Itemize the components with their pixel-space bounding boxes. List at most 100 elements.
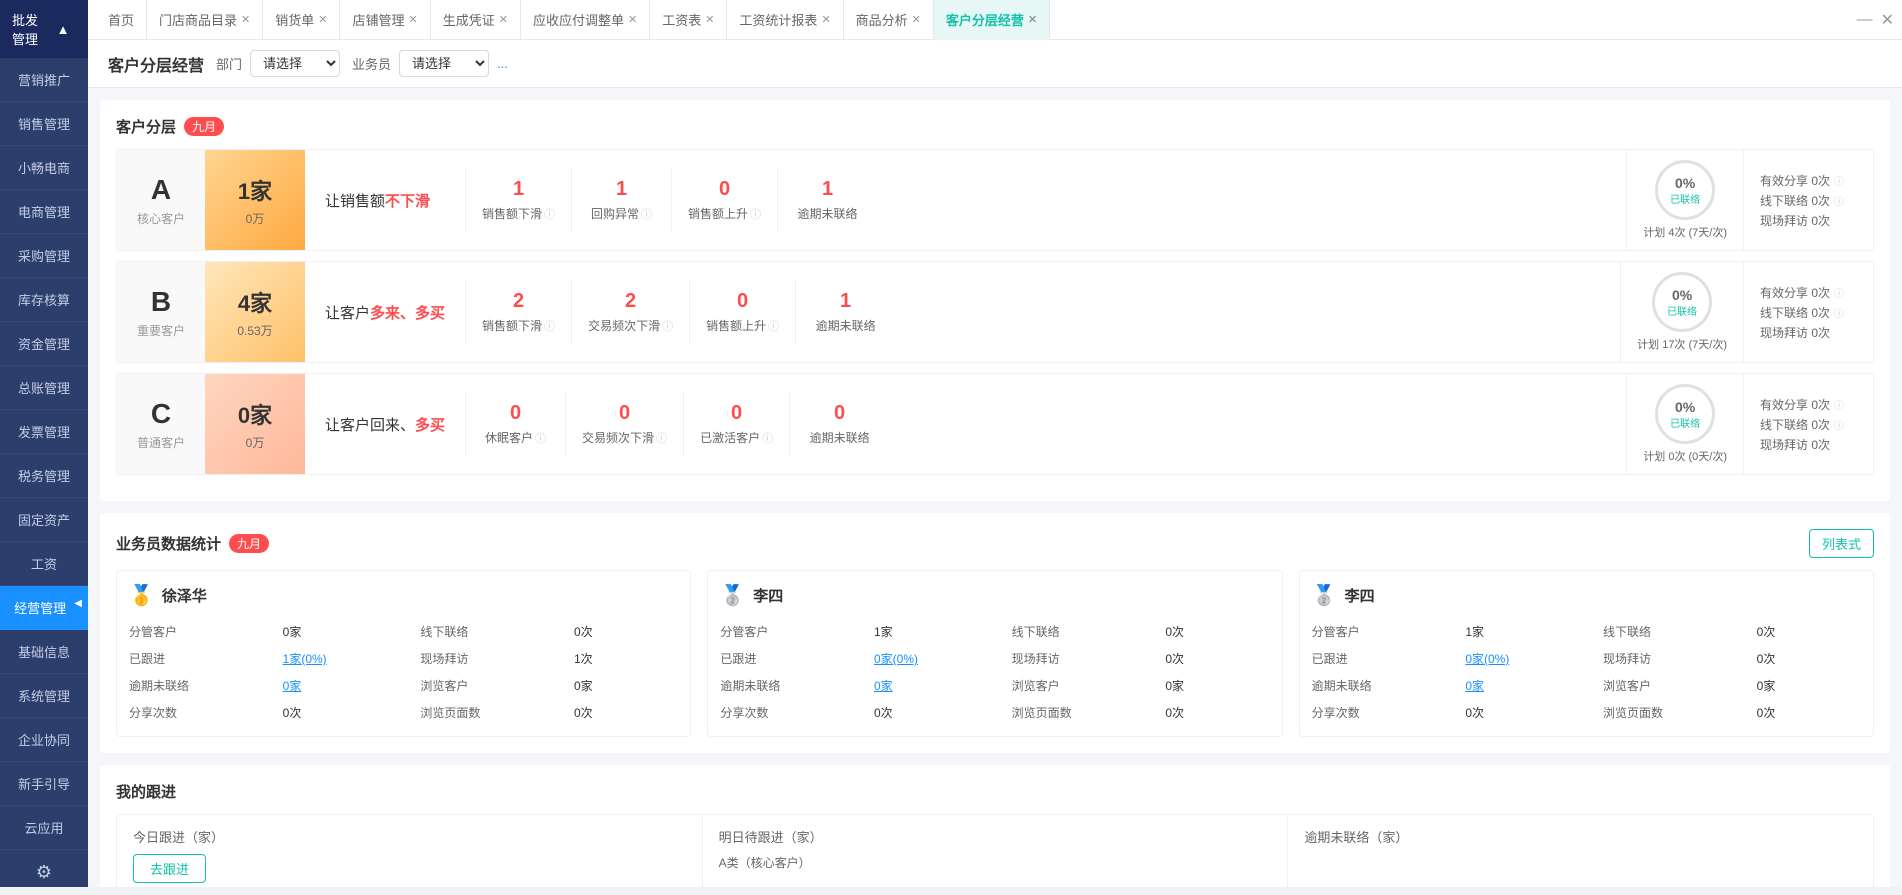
- info-icon[interactable]: ⓘ: [1834, 285, 1844, 300]
- tab-close-icon[interactable]: ✕: [821, 13, 830, 26]
- tier-stats-c: 0 休眠客户ⓘ 0 交易频次下滑ⓘ 0 已激活客户ⓘ 0 逾期未联络: [465, 374, 1626, 474]
- sidebar-item-jichu[interactable]: 基础信息: [0, 630, 88, 674]
- info-icon[interactable]: ⓘ: [1834, 417, 1844, 432]
- staff-name-2: 李四: [1345, 585, 1375, 606]
- stat-cell-c-1: 0 交易频次下滑ⓘ: [565, 392, 683, 456]
- customer-tier-section: 客户分层 九月 A 核心客户 1家 0万 让销售额不下滑 1: [100, 100, 1890, 501]
- info-icon[interactable]: ⓘ: [1834, 305, 1844, 320]
- staff-header-1: 🥈 李四: [720, 583, 1269, 608]
- stat-cell-a-0: 1 销售额下滑ⓘ: [465, 168, 571, 232]
- tab-gongzitongji[interactable]: 工资统计报表 ✕: [727, 0, 843, 40]
- sidebar-logo[interactable]: 批发管理 ▲: [0, 0, 88, 58]
- contact-plan-a: 计划 4次 (7天/次): [1643, 224, 1727, 240]
- tab-kehu[interactable]: 客户分层经营 ✕: [934, 0, 1050, 40]
- stat-cell-b-1: 2 交易频次下滑ⓘ: [571, 280, 689, 344]
- tab-close-icon[interactable]: ✕: [1028, 13, 1037, 26]
- tier-label-b: B 重要客户: [117, 262, 205, 362]
- sidebar-item-shuiwu[interactable]: 税务管理: [0, 454, 88, 498]
- tab-dianpu[interactable]: 店铺管理 ✕: [340, 0, 430, 40]
- tab-close-icon[interactable]: ✕: [241, 13, 250, 26]
- tab-xiaohuo[interactable]: 销货单 ✕: [263, 0, 340, 40]
- window-minimize-icon[interactable]: —: [1857, 11, 1873, 29]
- follow-title: 我的跟进: [116, 781, 1874, 802]
- tab-home[interactable]: 首页: [96, 0, 147, 40]
- tier-right-stats-a: 有效分享 0次ⓘ 线下联络 0次ⓘ 现场拜访 0次: [1743, 150, 1873, 250]
- info-icon[interactable]: ⓘ: [1834, 397, 1844, 412]
- stat-cell-c-3: 0 逾期未联络: [789, 392, 889, 456]
- sidebar-item-caigou[interactable]: 采购管理: [0, 234, 88, 278]
- dept-label: 部门: [216, 54, 242, 73]
- sidebar-item-zijin[interactable]: 资金管理: [0, 322, 88, 366]
- sidebar-item-gongzi[interactable]: 工资: [0, 542, 88, 586]
- tab-mendian[interactable]: 门店商品目录 ✕: [147, 0, 263, 40]
- tab-shengpingzhengjing[interactable]: 生成凭证 ✕: [431, 0, 521, 40]
- sidebar-item-kucun[interactable]: 库存核算: [0, 278, 88, 322]
- sidebar-item-yingxiao[interactable]: 营销推广: [0, 58, 88, 102]
- tier-right-stats-b: 有效分享 0次ⓘ 线下联络 0次ⓘ 现场拜访 0次: [1743, 262, 1873, 362]
- tab-bar-actions: — ✕: [1857, 10, 1894, 30]
- staff-grid-1: 分管客户 1家 线下联络 0次 已跟进 0家(0%) 现场拜访 0次 逾期未联络…: [720, 620, 1269, 724]
- tier-row-b: B 重要客户 4家 0.53万 让客户多来、多买 2 销售额下滑ⓘ 2: [116, 261, 1874, 363]
- follow-overdue-title: 逾期未联络（家）: [1304, 827, 1857, 846]
- sidebar-item-xiaochang[interactable]: 小畅电商: [0, 146, 88, 190]
- customer-tier-header: 客户分层 九月: [116, 116, 1874, 137]
- info-icon[interactable]: ⓘ: [1834, 193, 1844, 208]
- dept-select[interactable]: 请选择: [250, 50, 340, 77]
- tab-yingshou[interactable]: 应收应付调整单 ✕: [521, 0, 650, 40]
- tier-right-stats-c: 有效分享 0次ⓘ 线下联络 0次ⓘ 现场拜访 0次: [1743, 374, 1873, 474]
- tab-close-icon[interactable]: ✕: [628, 13, 637, 26]
- tier-stats-b: 2 销售额下滑ⓘ 2 交易频次下滑ⓘ 0 销售额上升ⓘ 1 逾期未联络: [465, 262, 1620, 362]
- list-view-button[interactable]: 列表式: [1809, 529, 1874, 558]
- sidebar-item-xinshou[interactable]: 新手引导: [0, 762, 88, 806]
- stat-cell-b-2: 0 销售额上升ⓘ: [689, 280, 795, 344]
- more-filter-btn[interactable]: ...: [497, 56, 508, 71]
- tab-close-icon[interactable]: ✕: [705, 13, 714, 26]
- staff-card-1: 🥈 李四 分管客户 1家 线下联络 0次 已跟进 0家(0%) 现场拜访 0次 …: [707, 570, 1282, 737]
- window-close-icon[interactable]: ✕: [1881, 10, 1894, 30]
- contact-circle-c: 0% 已联络: [1655, 384, 1715, 444]
- go-follow-button[interactable]: 去跟进: [133, 854, 206, 883]
- salesman-select[interactable]: 请选择: [399, 50, 489, 77]
- sidebar-item-fapiao[interactable]: 发票管理: [0, 410, 88, 454]
- sidebar-item-xitong[interactable]: 系统管理: [0, 674, 88, 718]
- staff-name-1: 李四: [753, 585, 783, 606]
- sidebar-item-diangshang[interactable]: 电商管理: [0, 190, 88, 234]
- follow-cols: 今日跟进（家） 去跟进 未跟进 已联络 未联络① 下次跟进① 明日待跟进（家） …: [116, 814, 1874, 887]
- stat-cell-b-0: 2 销售额下滑ⓘ: [465, 280, 571, 344]
- customer-tier-title: 客户分层: [116, 116, 176, 137]
- sidebar-item-guding[interactable]: 固定资产: [0, 498, 88, 542]
- sidebar-collapse-icon[interactable]: ▲: [44, 22, 82, 37]
- tab-close-icon[interactable]: ✕: [318, 13, 327, 26]
- tier-label-a: A 核心客户: [117, 150, 205, 250]
- sidebar-item-yun[interactable]: 云应用: [0, 806, 88, 850]
- tab-close-icon[interactable]: ✕: [409, 13, 418, 26]
- info-icon[interactable]: ⓘ: [1834, 173, 1844, 188]
- sidebar-item-jingying[interactable]: 经营管理 ◀: [0, 586, 88, 630]
- sidebar-item-xiaoshou[interactable]: 销售管理: [0, 102, 88, 146]
- medal-icon-1: 🥈: [720, 583, 745, 608]
- tab-bar: 首页 门店商品目录 ✕ 销货单 ✕ 店铺管理 ✕ 生成凭证 ✕ 应收应付调整单 …: [88, 0, 1902, 40]
- biz-stats-header: 业务员数据统计 九月 列表式: [116, 529, 1874, 558]
- tier-count-c: 0家 0万: [205, 374, 305, 474]
- tab-gongzibiao[interactable]: 工资表 ✕: [650, 0, 727, 40]
- staff-card-2: 🥈 李四 分管客户 1家 线下联络 0次 已跟进 0家(0%) 现场拜访 0次 …: [1299, 570, 1874, 737]
- salesman-label: 业务员: [352, 54, 391, 73]
- tier-contact-c: 0% 已联络 计划 0次 (0天/次): [1626, 374, 1743, 474]
- contact-plan-b: 计划 17次 (7天/次): [1637, 336, 1727, 352]
- tier-count-a: 1家 0万: [205, 150, 305, 250]
- tab-shangpinfen[interactable]: 商品分析 ✕: [844, 0, 934, 40]
- tab-close-icon[interactable]: ✕: [499, 13, 508, 26]
- biz-stats-month: 九月: [229, 534, 269, 553]
- tier-slogan-c: 让客户回来、多买: [305, 374, 465, 474]
- tier-label-c: C 普通客户: [117, 374, 205, 474]
- stat-cell-a-1: 1 回购异常ⓘ: [571, 168, 671, 232]
- sidebar-item-zonghang[interactable]: 总账管理: [0, 366, 88, 410]
- tab-close-icon[interactable]: ✕: [912, 13, 921, 26]
- tier-slogan-b: 让客户多来、多买: [305, 262, 465, 362]
- tier-stats-a: 1 销售额下滑ⓘ 1 回购异常ⓘ 0 销售额上升ⓘ 1 逾期未联络: [465, 150, 1626, 250]
- follow-col-overdue: 逾期未联络（家）: [1288, 815, 1873, 887]
- sidebar-settings[interactable]: ⚙: [0, 850, 88, 895]
- sidebar-item-qiye[interactable]: 企业协同: [0, 718, 88, 762]
- staff-name-0: 徐泽华: [162, 585, 207, 606]
- page-content: 客户分层经营 部门 请选择 业务员 请选择 ... 客户分层 九月: [88, 40, 1902, 887]
